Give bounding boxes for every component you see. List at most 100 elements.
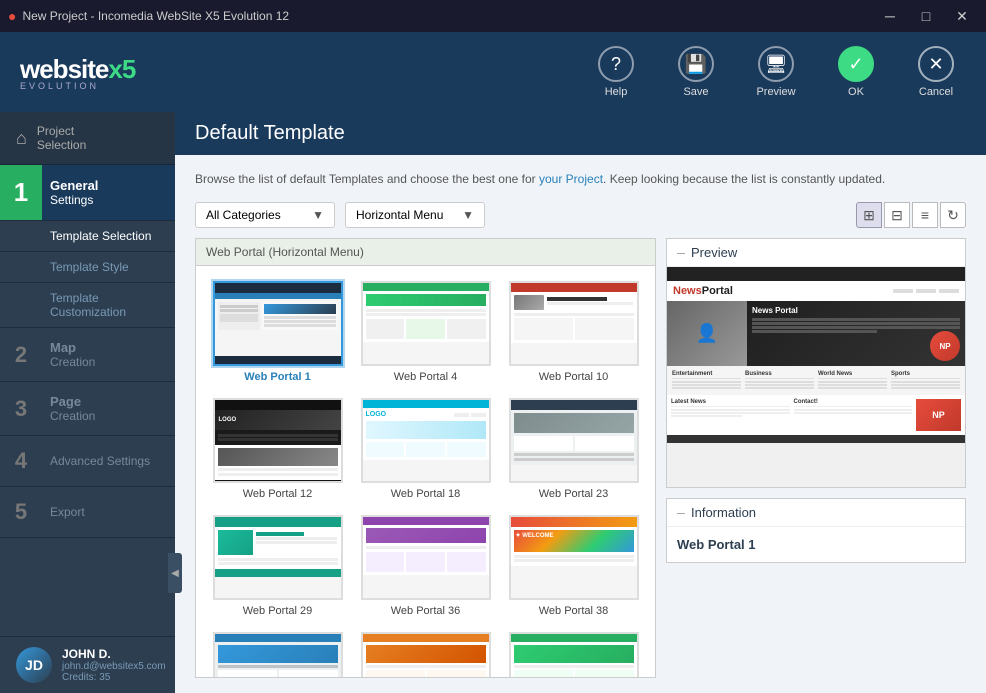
body: ⌂ ProjectSelection 1 General Settings Te… — [0, 112, 986, 693]
template-item-wp40[interactable]: Web Portal 40 — [211, 632, 344, 678]
templates-area: Web Portal (Horizontal Menu) — [195, 238, 966, 678]
header-toolbar: websitex5 EVOLUTION ? Help 💾 Save 🖥 Prev… — [0, 32, 986, 112]
cancel-icon: ✕ — [918, 46, 954, 82]
sidebar-step-2[interactable]: 2 Map Creation — [0, 328, 175, 382]
save-label: Save — [683, 86, 708, 98]
template-item-wp42[interactable]: Web Portal 42 — [507, 632, 640, 678]
templates-section-header: Web Portal (Horizontal Menu) — [196, 239, 655, 266]
template-thumb-wp10 — [509, 281, 639, 366]
view-grid-medium-button[interactable]: ⊟ — [884, 202, 910, 228]
template-thumb-wp4 — [361, 281, 491, 366]
help-label: Help — [605, 86, 628, 98]
template-item-wp1[interactable]: Web Portal 1 — [211, 281, 344, 383]
close-button[interactable]: ✕ — [946, 2, 978, 30]
view-grid-large-button[interactable]: ⊞ — [856, 202, 882, 228]
template-item-wp36[interactable]: Web Portal 36 — [359, 515, 492, 617]
menu-type-dropdown[interactable]: Horizontal Menu ▼ — [345, 202, 485, 228]
information-section: Information Web Portal 1 — [666, 498, 966, 563]
app: websitex5 EVOLUTION ? Help 💾 Save 🖥 Prev… — [0, 32, 986, 693]
preview-image-container: NewsPortal — [667, 267, 965, 487]
maximize-button[interactable]: □ — [910, 2, 942, 30]
ok-button[interactable]: ✓ OK — [826, 46, 886, 98]
titlebar: ● New Project - Incomedia WebSite X5 Evo… — [0, 0, 986, 32]
step-3-label: Page Creation — [42, 382, 103, 435]
view-list-button[interactable]: ≡ — [912, 202, 938, 228]
preview-image: NewsPortal — [667, 267, 965, 487]
template-name-wp4: Web Portal 4 — [394, 371, 457, 383]
step-2-label: Map Creation — [42, 328, 103, 381]
step-5-number: 5 — [0, 487, 42, 537]
template-thumb-wp36 — [361, 515, 491, 600]
template-item-wp29[interactable]: Web Portal 29 — [211, 515, 344, 617]
template-name-wp36: Web Portal 36 — [391, 605, 461, 617]
template-item-wp41[interactable]: Web Portal 41 — [359, 632, 492, 678]
menu-type-arrow-icon: ▼ — [462, 208, 474, 222]
preview-button[interactable]: 🖥 Preview — [746, 46, 806, 98]
step-3-number: 3 — [0, 382, 42, 435]
templates-scrollable[interactable]: Web Portal (Horizontal Menu) — [195, 238, 656, 678]
template-name-wp12: Web Portal 12 — [243, 488, 313, 500]
template-thumb-wp42 — [509, 632, 639, 678]
template-item-wp18[interactable]: LOGO — [359, 398, 492, 500]
template-name-wp23: Web Portal 23 — [539, 488, 609, 500]
template-name-wp10: Web Portal 10 — [539, 371, 609, 383]
free-badge-wp41 — [449, 675, 489, 678]
title-text: New Project - Incomedia WebSite X5 Evolu… — [22, 9, 289, 23]
controls-bar: All Categories ▼ Horizontal Menu ▼ ⊞ ⊟ ≡… — [195, 202, 966, 228]
sidebar: ⌂ ProjectSelection 1 General Settings Te… — [0, 112, 175, 693]
template-name-wp1: Web Portal 1 — [244, 371, 310, 383]
cancel-button[interactable]: ✕ Cancel — [906, 46, 966, 98]
preview-panel: Preview NewsPortal — [666, 238, 966, 678]
description-link[interactable]: your Project — [539, 172, 603, 186]
category-dropdown[interactable]: All Categories ▼ — [195, 202, 335, 228]
new-badge-wp40 — [215, 675, 255, 678]
template-name-wp29: Web Portal 29 — [243, 605, 313, 617]
sidebar-item-project-selection[interactable]: ⌂ ProjectSelection — [0, 112, 175, 165]
content-area: Browse the list of default Templates and… — [175, 155, 986, 693]
template-item-wp23[interactable]: Web Portal 23 — [507, 398, 640, 500]
template-name-wp38: Web Portal 38 — [539, 605, 609, 617]
template-thumb-wp29 — [213, 515, 343, 600]
preview-label: Preview — [756, 86, 795, 98]
ok-icon: ✓ — [838, 46, 874, 82]
view-refresh-button[interactable]: ↻ — [940, 202, 966, 228]
home-label: ProjectSelection — [37, 124, 86, 152]
step-4-number: 4 — [0, 436, 42, 486]
user-details: JOHN D. john.d@websitex5.com Credits: 35 — [62, 647, 166, 683]
template-item-wp12[interactable]: LOGO — [211, 398, 344, 500]
sidebar-step-1[interactable]: 1 General Settings — [0, 165, 175, 221]
menu-type-value: Horizontal Menu — [356, 208, 456, 222]
ok-label: OK — [848, 86, 864, 98]
save-icon: 💾 — [678, 46, 714, 82]
user-info-section: JD JOHN D. john.d@websitex5.com Credits:… — [0, 636, 175, 693]
template-thumb-wp40 — [213, 632, 343, 678]
sidebar-step-5[interactable]: 5 Export — [0, 487, 175, 538]
user-name: JOHN D. — [62, 647, 166, 661]
view-buttons: ⊞ ⊟ ≡ ↻ — [856, 202, 966, 228]
sidebar-step-4[interactable]: 4 Advanced Settings — [0, 436, 175, 487]
template-thumb-wp12: LOGO — [213, 398, 343, 483]
template-item-wp10[interactable]: Web Portal 10 — [507, 281, 640, 383]
template-item-wp38[interactable]: ✦ WELCOME Web Portal 38 — [507, 515, 640, 617]
information-section-title: Information — [667, 499, 965, 527]
minimize-button[interactable]: ─ — [874, 2, 906, 30]
save-button[interactable]: 💾 Save — [666, 46, 726, 98]
template-thumb-wp23 — [509, 398, 639, 483]
template-thumb-wp18: LOGO — [361, 398, 491, 483]
step-1-number: 1 — [0, 165, 42, 220]
sidebar-substep-template-customization[interactable]: Template Customization — [0, 283, 175, 328]
sidebar-substep-template-style[interactable]: Template Style — [0, 252, 175, 283]
logo-sub: EVOLUTION — [20, 81, 99, 91]
app-icon: ● — [8, 8, 16, 24]
preview-section: Preview NewsPortal — [666, 238, 966, 488]
category-arrow-icon: ▼ — [312, 208, 324, 222]
user-email: john.d@websitex5.com — [62, 661, 166, 672]
help-button[interactable]: ? Help — [586, 46, 646, 98]
sidebar-step-3[interactable]: 3 Page Creation — [0, 382, 175, 436]
step-4-label: Advanced Settings — [42, 436, 158, 486]
template-item-wp4[interactable]: Web Portal 4 — [359, 281, 492, 383]
sidebar-collapse-button[interactable]: ◀ — [168, 553, 182, 593]
sidebar-substep-template-selection[interactable]: Template Selection — [0, 221, 175, 252]
step-5-label: Export — [42, 487, 93, 537]
main-content: Default Template Browse the list of defa… — [175, 112, 986, 693]
